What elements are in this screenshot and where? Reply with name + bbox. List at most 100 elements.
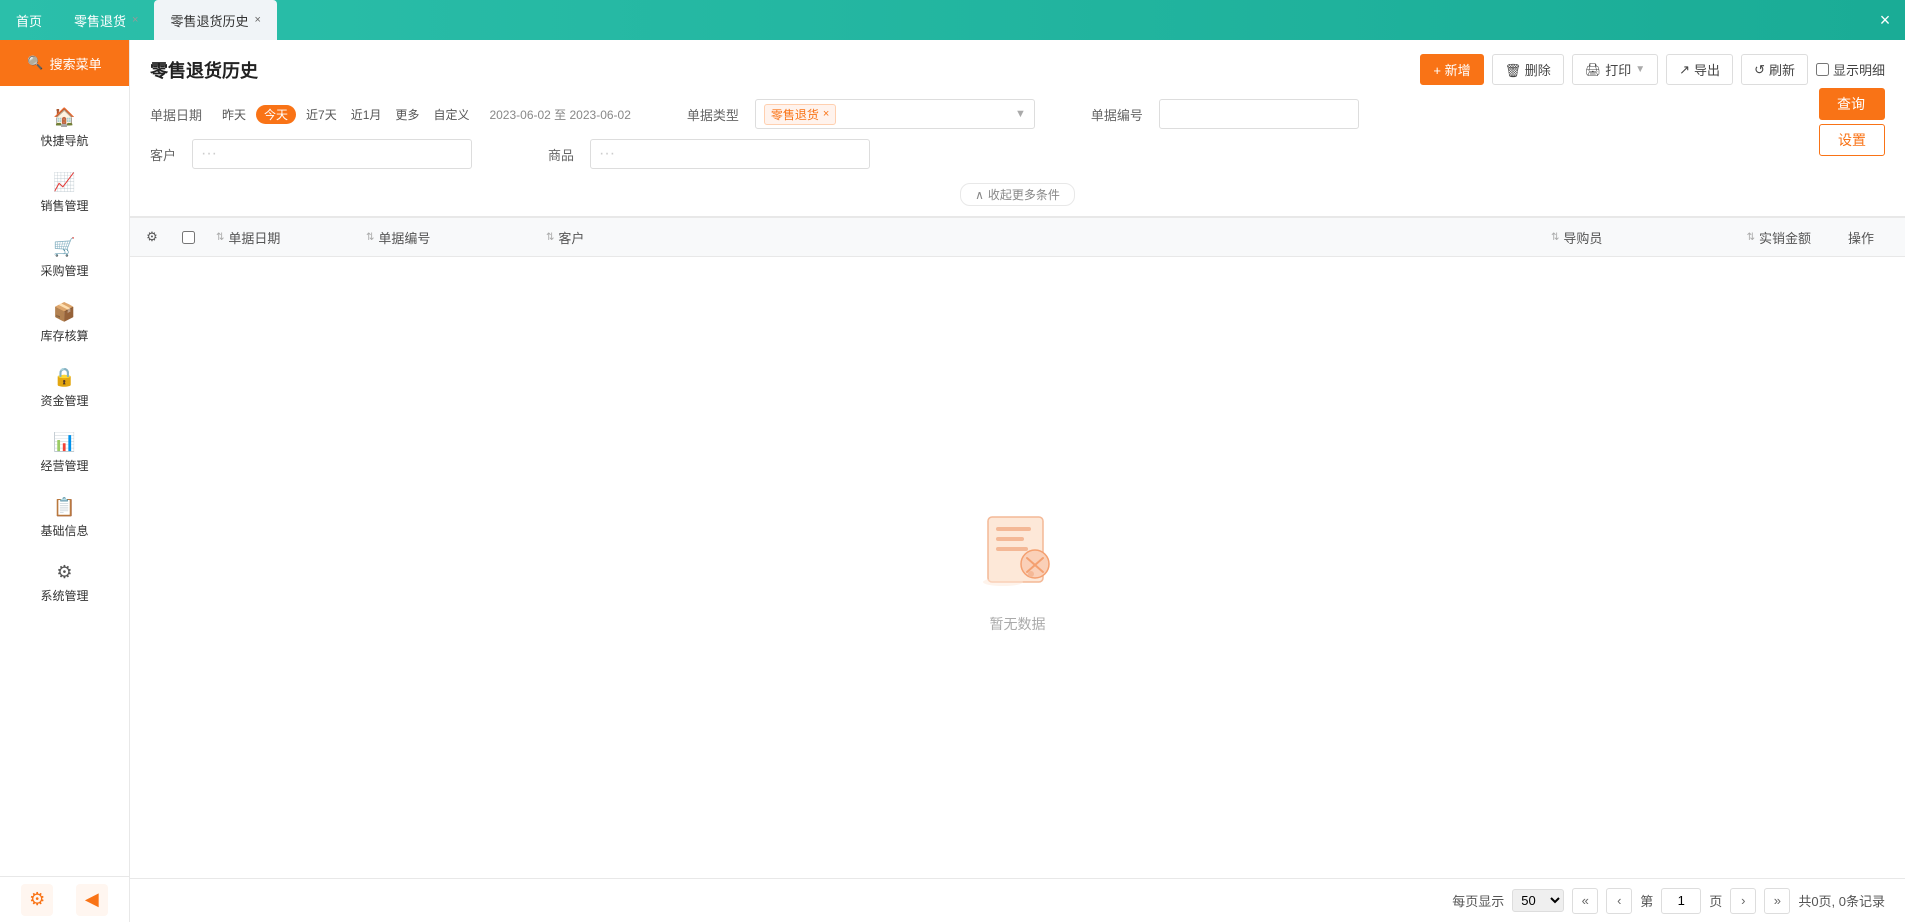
query-setting-panel: 查询 设置 [1819,88,1885,156]
per-page-label: 每页显示 [1452,891,1504,910]
th-docno[interactable]: ⇅ 单据编号 [356,228,536,247]
delete-button[interactable]: 🗑 删除 [1492,54,1564,85]
page-title-row: 零售退货历史 + 新增 🗑 删除 🖨 🖨 打印 打印 ▼ ↗ 导出 [150,54,1885,85]
empty-text: 暂无数据 [990,614,1046,634]
total-label: 共0页, 0条记录 [1798,891,1885,910]
date-opt-7days[interactable]: 近7天 [302,105,341,124]
sidebar-item-operations[interactable]: 📊 经营管理 [0,419,129,484]
tab-retail-return-close[interactable]: × [132,14,138,26]
display-detail-checkbox[interactable] [1816,63,1829,76]
per-page-select[interactable]: 50 20 100 [1512,889,1564,912]
toolbar: + 新增 🗑 删除 🖨 🖨 打印 打印 ▼ ↗ 导出 ↺ 刷新 [1420,54,1885,85]
sidebar-item-purchase[interactable]: 🛒 采购管理 [0,224,129,289]
first-page-button[interactable]: « [1572,888,1598,914]
tab-retail-return-history-close[interactable]: × [254,14,260,26]
sidebar-item-label: 库存核算 [40,327,88,344]
sidebar-search-label: 搜索菜单 [50,54,102,73]
refresh-button[interactable]: ↺ 刷新 [1741,54,1808,85]
new-button[interactable]: + 新增 [1420,54,1483,85]
sort-icon: ⇅ [216,232,224,243]
tab-retail-return-history[interactable]: 零售退货历史 × [154,0,276,40]
search-icon: 🔍 [27,55,43,71]
th-checkbox[interactable] [170,231,206,244]
date-opt-more[interactable]: 更多 [391,105,423,124]
sidebar-search[interactable]: 🔍 搜索菜单 [0,40,129,86]
filter-row-1: 单据日期 昨天 今天 近7天 近1月 更多 自定义 2023-06-02 至 2… [150,99,1885,129]
customer-filter-label: 客户 [150,145,176,164]
purchase-icon: 🛒 [54,236,76,258]
sort-icon: ⇅ [546,232,554,243]
table-body: 暂无数据 [130,257,1905,878]
sidebar-item-finance[interactable]: 🔒 资金管理 [0,354,129,419]
sidebar-item-quicknav[interactable]: 🏠 快捷导航 [0,94,129,159]
chevron-up-icon: ∧ [975,188,984,202]
empty-state: 暂无数据 [968,502,1068,634]
export-button[interactable]: ↗ 导出 [1666,54,1733,85]
topbar: 首页 零售退货 × 零售退货历史 × × [0,0,1905,40]
last-page-button[interactable]: » [1764,888,1790,914]
th-customer[interactable]: ⇅ 客户 [536,228,1541,247]
settings-bottom-button[interactable]: ⚙ [21,884,53,916]
tab-retail-return[interactable]: 零售退货 × [58,0,154,40]
customer-filter-select[interactable]: ··· [192,139,472,169]
collapse-label: 收起更多条件 [988,186,1060,203]
collapse-sidebar-button[interactable]: ◀ [76,884,108,916]
sidebar-item-basic-info[interactable]: 📋 基础信息 [0,484,129,549]
table-setting-icon: ⚙ [146,229,158,245]
operations-icon: 📊 [54,431,76,453]
th-guide[interactable]: ⇅ 导购员 [1541,228,1681,247]
tab-home[interactable]: 首页 [0,0,58,40]
th-setting[interactable]: ⚙ [134,229,170,245]
system-icon: ⚙ [54,561,76,583]
page-end-label: 页 [1709,891,1722,910]
home-icon: 🏠 [54,106,76,128]
type-tag-close[interactable]: × [823,108,829,120]
th-amount[interactable]: ⇅ 实销金额 [1681,228,1821,247]
table-area: ⚙ ⇅ 单据日期 ⇅ 单据编号 ⇅ 客户 ⇅ [130,217,1905,878]
collapse-button[interactable]: ∧ 收起更多条件 [960,183,1075,206]
filter-area: 单据日期 昨天 今天 近7天 近1月 更多 自定义 2023-06-02 至 2… [150,99,1885,216]
th-action: 操作 [1821,228,1901,247]
sidebar-item-label: 经营管理 [40,457,88,474]
page-number-input[interactable] [1661,888,1701,914]
goods-filter-select[interactable]: ··· [590,139,870,169]
docno-filter-input[interactable] [1159,99,1359,129]
setting-button[interactable]: 设置 [1819,124,1885,156]
goods-filter-label: 商品 [548,145,574,164]
th-date[interactable]: ⇅ 单据日期 [206,228,356,247]
goods-dots: ··· [599,145,615,163]
print-button[interactable]: 🖨 🖨 打印 打印 ▼ [1572,54,1658,85]
type-filter-select[interactable]: 零售退货 × ▼ [755,99,1035,129]
pagination-bar: 每页显示 50 20 100 « ‹ 第 页 › » 共0页, 0条记录 [130,878,1905,922]
sidebar-item-label: 基础信息 [40,522,88,539]
basic-info-icon: 📋 [54,496,76,518]
sidebar-item-label: 销售管理 [40,197,88,214]
sidebar-item-sales[interactable]: 📈 销售管理 [0,159,129,224]
table-header: ⚙ ⇅ 单据日期 ⇅ 单据编号 ⇅ 客户 ⇅ [130,217,1905,257]
query-button[interactable]: 查询 [1819,88,1885,120]
next-page-button[interactable]: › [1730,888,1756,914]
sidebar-item-inventory[interactable]: 📦 库存核算 [0,289,129,354]
collapse-bar: ∧ 收起更多条件 [150,179,1885,216]
prev-page-button[interactable]: ‹ [1606,888,1632,914]
sort-icon: ⇅ [1551,232,1559,243]
date-opt-1month[interactable]: 近1月 [347,105,386,124]
sidebar-item-system[interactable]: ⚙ 系统管理 [0,549,129,614]
date-opt-custom[interactable]: 自定义 [429,105,473,124]
display-detail-label: 显示明细 [1833,60,1885,79]
sort-icon: ⇅ [1747,232,1755,243]
sidebar-item-label: 系统管理 [40,587,88,604]
date-range-display: 2023-06-02 至 2023-06-02 [489,106,630,123]
sidebar-item-label: 资金管理 [40,392,88,409]
inventory-icon: 📦 [54,301,76,323]
window-close-button[interactable]: × [1865,0,1905,40]
print-icon: 🖨 [1585,62,1602,78]
print-dropdown-icon: ▼ [1635,64,1645,75]
select-all-checkbox[interactable] [182,231,195,244]
sales-icon: 📈 [54,171,76,193]
chevron-left-icon: ◀ [85,889,99,910]
display-detail-toggle[interactable]: 显示明细 [1816,60,1885,79]
date-opt-today[interactable]: 今天 [256,105,296,124]
date-opt-yesterday[interactable]: 昨天 [218,105,250,124]
sidebar-item-label: 快捷导航 [40,132,88,149]
